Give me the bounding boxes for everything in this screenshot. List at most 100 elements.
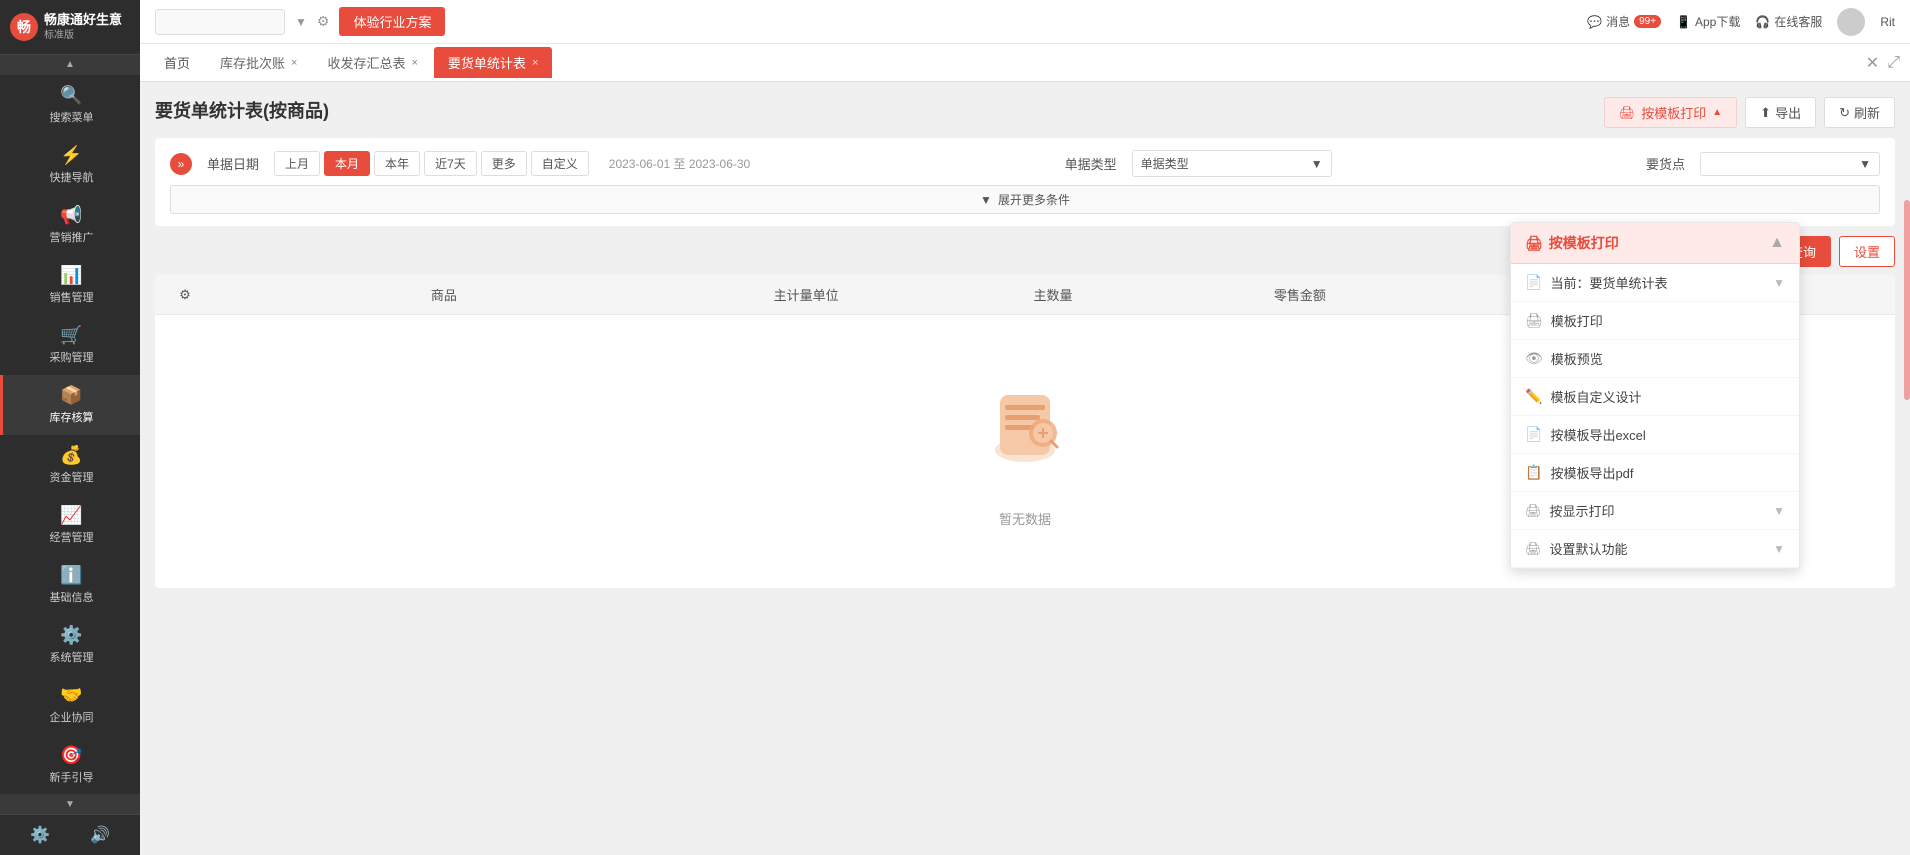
display-print-arrow: ▼ [1773,504,1785,518]
dropdown-header: 🖨 按模板打印 ▲ [1511,223,1799,264]
sidebar-scroll-down[interactable]: ▼ [0,794,140,814]
template-design-left: ✏️ 模板自定义设计 [1525,387,1641,406]
username-label[interactable]: Rit [1880,15,1895,29]
sidebar-item-sales[interactable]: 📊 销售管理 [0,255,140,315]
search-icon: 🔍 [60,85,82,106]
tab-order-summary[interactable]: 要货单统计表 × [434,47,552,78]
date-last7-btn[interactable]: 近7天 [424,151,477,176]
tab-recv-summary[interactable]: 收发存汇总表 × [313,47,431,78]
dropdown-section-display-print[interactable]: 🖨 按显示打印 ▼ [1511,492,1799,530]
date-prev-month-btn[interactable]: 上月 [274,151,320,176]
template-design-label: 模板自定义设计 [1550,387,1641,406]
sidebar-item-collab[interactable]: 🤝 企业协同 [0,675,140,735]
system-label: 系统管理 [50,649,94,665]
export-icon: ⬆ [1760,105,1771,121]
filter-row-1: » 单据日期 上月 本月 本年 近7天 更多 自定义 2023-06-01 至 … [170,150,1880,177]
topbar-right: 💬 消息 99+ 📱 App下载 🎧 在线客服 Rit [1587,8,1895,36]
dropdown-items-container: 🖨 模板打印 👁 模板预览 ✏️ 模板自定义设计 📄 按模板导出excel 📋 … [1511,302,1799,492]
tab-close-batch-ledger[interactable]: × [291,57,297,69]
template-preview-label: 模板预览 [1551,349,1603,368]
window-expand-icon[interactable]: ⤢ [1887,54,1900,72]
tab-close-order-summary[interactable]: × [532,57,538,69]
export-btn[interactable]: ⬆ 导出 [1745,97,1816,128]
dropdown-item-template-export-pdf[interactable]: 📋 按模板导出pdf [1511,454,1799,492]
guide-label: 新手引导 [50,769,94,785]
display-print-label: 按显示打印 [1550,501,1615,520]
sidebar-item-marketing[interactable]: 📢 营销推广 [0,195,140,255]
search-input[interactable] [155,9,285,35]
sidebar-item-system[interactable]: ⚙️ 系统管理 [0,615,140,675]
sidebar-item-finance[interactable]: 💰 资金管理 [0,435,140,495]
message-btn[interactable]: 💬 消息 99+ [1587,13,1661,30]
operations-icon: 📈 [60,505,82,526]
tab-label-order-summary: 要货单统计表 [448,53,526,72]
user-avatar[interactable] [1837,8,1865,36]
tab-home[interactable]: 首页 [150,47,204,78]
current-template-icon: 📄 [1525,274,1542,291]
col-header-settings[interactable]: ⚙ [165,277,205,313]
search-dropdown-icon[interactable]: ▼ [295,15,307,29]
sidebar-item-inventory[interactable]: 📦 库存核算 [0,375,140,435]
window-close-icon[interactable]: ✕ [1866,53,1879,73]
print-dropdown-panel: 🖨 按模板打印 ▲ 📄 当前：要货单统计表 ▼ 🖨 模板打 [1510,222,1800,569]
dropdown-current-template[interactable]: 📄 当前：要货单统计表 ▼ [1511,264,1799,302]
dropdown-item-template-preview[interactable]: 👁 模板预览 [1511,340,1799,378]
sidebar-item-operations[interactable]: 📈 经营管理 [0,495,140,555]
topbar-gear-icon[interactable]: ⚙ [317,13,330,30]
marketing-icon: 📢 [60,205,82,226]
template-print-icon: 🖨 [1525,312,1543,329]
date-more-btn[interactable]: 更多 [481,151,527,176]
order-type-select[interactable]: 单据类型 ▼ [1132,150,1332,177]
dropdown-item-template-design[interactable]: ✏️ 模板自定义设计 [1511,378,1799,416]
filter-expand-icon[interactable]: » [170,153,192,175]
date-custom-btn[interactable]: 自定义 [531,151,589,176]
logo-text: 畅康通好生意 标准版 [44,12,122,42]
sidebar-item-guide[interactable]: 🎯 新手引导 [0,735,140,794]
print-template-btn[interactable]: 🖨 按模板打印 ▲ [1604,97,1737,128]
date-current-month-btn[interactable]: 本月 [324,151,370,176]
marketing-label: 营销推广 [50,229,94,245]
template-export-pdf-label: 按模板导出pdf [1550,463,1633,482]
tab-close-recv-summary[interactable]: × [411,57,417,69]
quick-nav-icon: ⚡ [60,145,82,166]
expand-more-btn[interactable]: ▼ 展开更多条件 [170,185,1880,214]
order-point-select[interactable]: ▼ [1700,152,1880,176]
empty-text: 暂无数据 [999,509,1051,528]
dropdown-item-template-export-excel[interactable]: 📄 按模板导出excel [1511,416,1799,454]
refresh-icon: ↻ [1839,105,1850,121]
operations-label: 经营管理 [50,529,94,545]
speaker-icon[interactable]: 🔊 [90,825,110,845]
logo-icon: 畅 [10,13,38,41]
refresh-btn[interactable]: ↻ 刷新 [1824,97,1895,128]
sidebar-item-search[interactable]: 🔍 搜索菜单 [0,75,140,135]
settings-icon[interactable]: ⚙️ [30,825,50,845]
dropdown-item-template-print[interactable]: 🖨 模板打印 [1511,302,1799,340]
tab-label-recv-summary: 收发存汇总表 [327,53,405,72]
sidebar-item-base-info[interactable]: ℹ️ 基础信息 [0,555,140,615]
template-export-pdf-icon: 📋 [1525,464,1542,481]
sidebar-scroll-up[interactable]: ▲ [0,55,140,75]
online-service-btn[interactable]: 🎧 在线客服 [1755,13,1822,30]
settings-btn[interactable]: 设置 [1839,236,1895,267]
template-export-excel-label: 按模板导出excel [1550,425,1645,444]
print-chevron-up-icon: ▲ [1712,107,1722,118]
sidebar-item-purchase[interactable]: 🛒 采购管理 [0,315,140,375]
dropdown-section-set-default[interactable]: 🖨 设置默认功能 ▼ [1511,530,1799,568]
select-arrow-icon: ▼ [1311,157,1323,171]
inventory-label: 库存核算 [50,409,94,425]
resize-handle[interactable] [1904,200,1910,400]
system-icon: ⚙️ [60,625,82,646]
sidebar: 畅 畅康通好生意 标准版 ▲ 🔍 搜索菜单 ⚡ 快捷导航 📢 营销推广 📊 销售… [0,0,140,855]
collab-label: 企业协同 [50,709,94,725]
template-export-excel-left: 📄 按模板导出excel [1525,425,1646,444]
date-current-year-btn[interactable]: 本年 [374,151,420,176]
tab-batch-ledger[interactable]: 库存批次账× [206,47,311,78]
app-download-btn[interactable]: 📱 App下载 [1676,13,1740,30]
finance-label: 资金管理 [50,469,94,485]
template-export-excel-icon: 📄 [1525,426,1542,443]
collab-icon: 🤝 [60,685,82,706]
set-default-left: 🖨 设置默认功能 [1525,539,1628,558]
trial-btn[interactable]: 体验行业方案 [339,7,445,36]
sidebar-item-quick-nav[interactable]: ⚡ 快捷导航 [0,135,140,195]
dropdown-close-icon[interactable]: ▲ [1769,234,1785,252]
